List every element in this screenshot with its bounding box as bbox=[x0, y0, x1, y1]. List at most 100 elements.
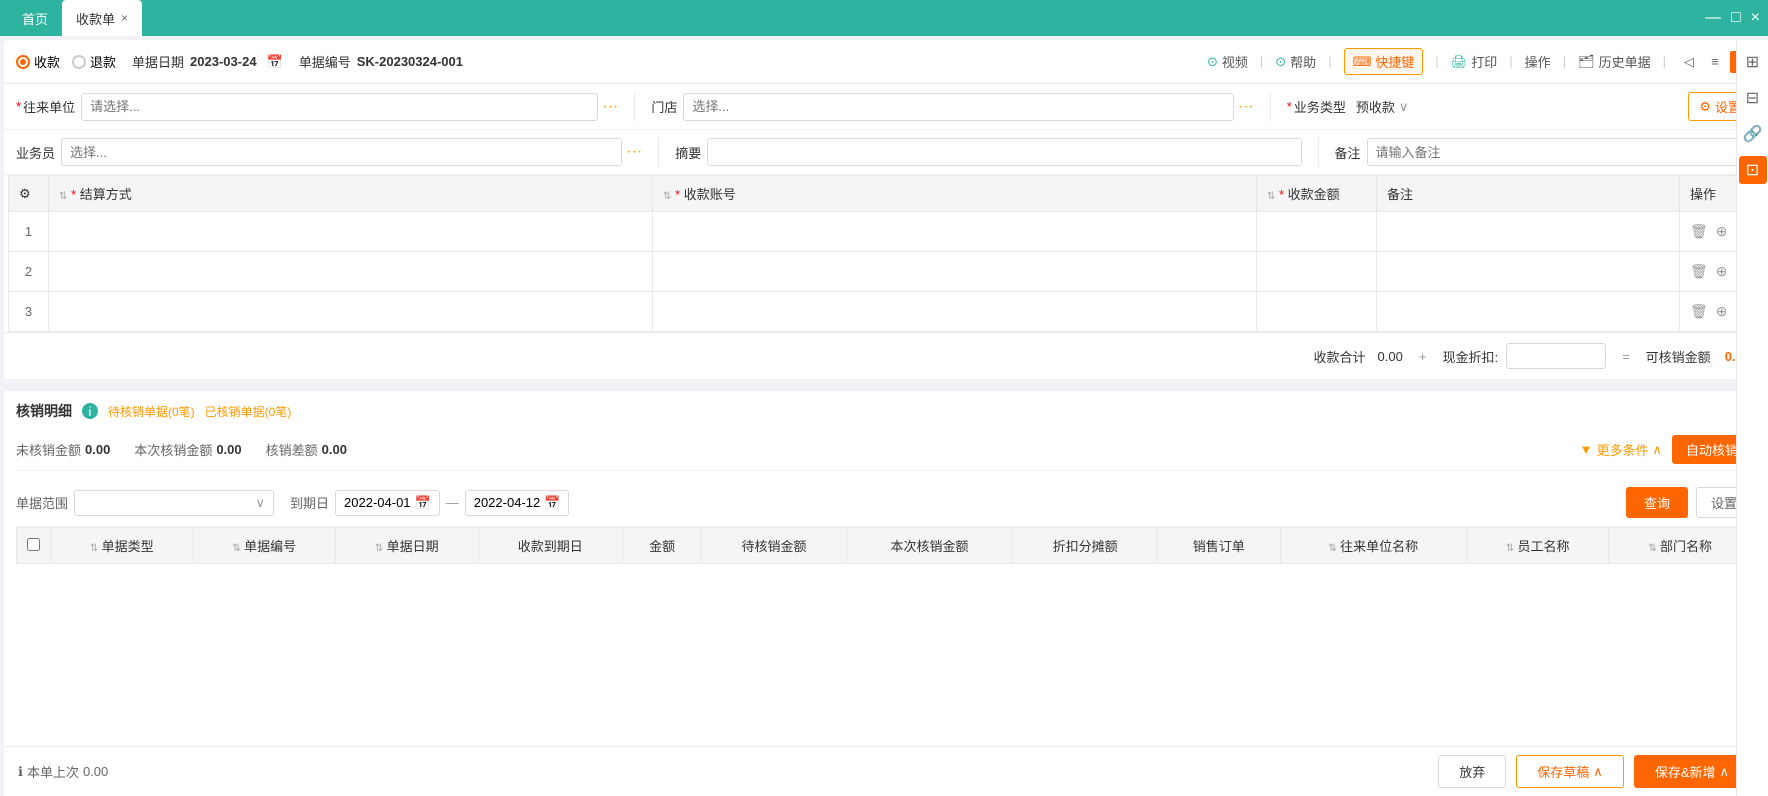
row-2-settlement[interactable] bbox=[49, 252, 653, 292]
col-discount-label: 折扣分摊额 bbox=[1053, 539, 1118, 554]
business-required: * bbox=[1287, 99, 1292, 114]
row-3-settlement[interactable] bbox=[49, 292, 653, 332]
counterpart-input[interactable] bbox=[81, 93, 598, 121]
radio-refund[interactable]: 退款 bbox=[72, 52, 116, 71]
nav-tab-home[interactable]: 首页 bbox=[8, 0, 62, 36]
select-all-checkbox[interactable] bbox=[27, 538, 40, 551]
query-btn[interactable]: 查询 bbox=[1626, 487, 1688, 518]
uncancelled-value: 0.00 bbox=[85, 442, 110, 457]
row-2-amount[interactable] bbox=[1256, 252, 1376, 292]
sidebar-expand-icon[interactable]: ⊡ bbox=[1739, 156, 1767, 184]
filter-date-item: 到期日 2022-04-01 📅 — 2022-04-12 📅 bbox=[290, 490, 569, 516]
radio-receipt[interactable]: 收款 bbox=[16, 52, 60, 71]
verify-title-text: 核销明细 bbox=[16, 401, 72, 421]
row-2-account[interactable] bbox=[652, 252, 1256, 292]
window-close[interactable]: × bbox=[1751, 9, 1760, 27]
row-1-amount[interactable] bbox=[1256, 212, 1376, 252]
filter-range-select[interactable]: ∨ bbox=[74, 490, 274, 516]
number-label: 单据编号 bbox=[299, 52, 351, 71]
save-new-btn[interactable]: 保存&新增 ∧ bbox=[1634, 755, 1750, 788]
row-3-account[interactable] bbox=[652, 292, 1256, 332]
plus-icon: + bbox=[1419, 349, 1427, 364]
business-type-arrow[interactable]: ∨ bbox=[1399, 99, 1409, 115]
col-account-label: 收款账号 bbox=[684, 187, 736, 202]
divider-5: | bbox=[1563, 54, 1566, 69]
layout-icon-left[interactable]: ◁ bbox=[1678, 51, 1700, 73]
uncancelled-stat: 未核销金额 0.00 bbox=[16, 440, 110, 459]
sort-type[interactable]: ⇅ bbox=[90, 543, 98, 554]
help-btn[interactable]: ⊙ 帮助 bbox=[1275, 52, 1316, 71]
salesperson-input[interactable] bbox=[61, 138, 622, 166]
discard-btn[interactable]: 放弃 bbox=[1438, 755, 1506, 788]
row-1-remark[interactable] bbox=[1376, 212, 1679, 252]
row-1-delete-icon[interactable]: 🗑 bbox=[1690, 223, 1708, 240]
row-1-copy-icon[interactable]: ⊕ bbox=[1716, 223, 1728, 240]
verify-info-icon[interactable]: i bbox=[82, 403, 98, 419]
draft-btn[interactable]: 保存草稿 ∧ bbox=[1516, 755, 1624, 788]
remark-input[interactable] bbox=[1367, 138, 1752, 166]
filter-row: 单据范围 ∨ 到期日 2022-04-01 📅 — 2022-04-12 📅 bbox=[16, 479, 1752, 527]
sort-date[interactable]: ⇅ bbox=[375, 543, 383, 554]
done-tab[interactable]: 已核销单据(0笔) bbox=[205, 403, 292, 420]
row-2-remark[interactable] bbox=[1376, 252, 1679, 292]
remark-label: 备注 bbox=[1335, 143, 1361, 162]
sort-icon-account[interactable]: ⇅ bbox=[663, 191, 671, 202]
divider-6: | bbox=[1663, 54, 1666, 69]
window-restore[interactable]: □ bbox=[1731, 9, 1741, 27]
gear-col-header[interactable]: ⚙ bbox=[9, 176, 49, 212]
divider-2: | bbox=[1328, 54, 1331, 69]
row-3-delete-icon[interactable]: 🗑 bbox=[1690, 303, 1708, 320]
video-btn[interactable]: ⊙ 视频 bbox=[1207, 52, 1248, 71]
filter-icon: ▼ bbox=[1580, 442, 1593, 457]
date-calendar-icon[interactable]: 📅 bbox=[267, 54, 283, 70]
divider-1: | bbox=[1260, 54, 1263, 69]
store-input[interactable] bbox=[683, 93, 1233, 121]
col-checkbox bbox=[17, 528, 51, 564]
row-2-delete-icon[interactable]: 🗑 bbox=[1690, 263, 1708, 280]
counterpart-label: 往来单位 bbox=[23, 97, 75, 116]
nav-tab-receipt[interactable]: 收款单 × bbox=[62, 0, 142, 36]
sort-icon-amount[interactable]: ⇅ bbox=[1267, 191, 1275, 202]
sort-employee[interactable]: ⇅ bbox=[1506, 543, 1514, 554]
counterpart-more-icon[interactable]: ··· bbox=[602, 98, 618, 116]
sort-counterpart[interactable]: ⇅ bbox=[1328, 543, 1336, 554]
active-tab-label: 收款单 bbox=[76, 9, 115, 28]
row-3-remark[interactable] bbox=[1376, 292, 1679, 332]
layout-list-icon[interactable]: ≡ bbox=[1704, 51, 1726, 73]
number-value: SK-20230324-001 bbox=[357, 54, 463, 69]
sort-dept[interactable]: ⇅ bbox=[1648, 543, 1656, 554]
print-icon: 🖨 bbox=[1451, 54, 1468, 70]
sort-number[interactable]: ⇅ bbox=[232, 543, 240, 554]
history-btn[interactable]: 🗂 历史单据 bbox=[1578, 52, 1651, 71]
row-3-amount[interactable] bbox=[1256, 292, 1376, 332]
bottom-info: ℹ 本单上次 0.00 bbox=[18, 762, 108, 781]
filter-date-end[interactable]: 2022-04-12 📅 bbox=[465, 490, 570, 516]
tab-close-icon[interactable]: × bbox=[121, 11, 128, 25]
shortcut-btn[interactable]: ⌨ 快捷键 bbox=[1344, 48, 1424, 75]
store-more-icon[interactable]: ··· bbox=[1238, 98, 1254, 116]
discount-input[interactable] bbox=[1506, 343, 1606, 369]
sidebar-link-icon[interactable]: 🔗 bbox=[1739, 120, 1767, 148]
salesperson-more-icon[interactable]: ··· bbox=[626, 143, 642, 161]
row-1-account[interactable] bbox=[652, 212, 1256, 252]
row-1-settlement[interactable] bbox=[49, 212, 653, 252]
salesperson-label: 业务员 bbox=[16, 143, 55, 162]
more-conditions-btn[interactable]: ▼ 更多条件 ∧ bbox=[1580, 440, 1662, 459]
operation-btn[interactable]: 操作 bbox=[1525, 52, 1551, 71]
row-2-copy-icon[interactable]: ⊕ bbox=[1716, 263, 1728, 280]
video-icon: ⊙ bbox=[1207, 54, 1218, 70]
row-3-copy-icon[interactable]: ⊕ bbox=[1716, 303, 1728, 320]
col-amount: 金额 bbox=[623, 528, 702, 564]
settings-icon: ⚙ bbox=[1699, 99, 1711, 115]
row-num-3: 3 bbox=[9, 292, 49, 332]
radio-refund-label: 退款 bbox=[90, 52, 116, 71]
summary-label: 摘要 bbox=[675, 143, 701, 162]
pending-tab[interactable]: 待核销单据(0笔) bbox=[108, 403, 195, 420]
filter-date-start[interactable]: 2022-04-01 📅 bbox=[335, 490, 440, 516]
window-minimize[interactable]: — bbox=[1705, 9, 1721, 27]
sidebar-list-icon[interactable]: ⊟ bbox=[1739, 84, 1767, 112]
print-btn[interactable]: 🖨 打印 bbox=[1451, 52, 1498, 71]
sort-icon-settlement[interactable]: ⇅ bbox=[59, 191, 67, 202]
summary-input[interactable] bbox=[707, 138, 1301, 166]
sidebar-table-icon[interactable]: ⊞ bbox=[1739, 48, 1767, 76]
